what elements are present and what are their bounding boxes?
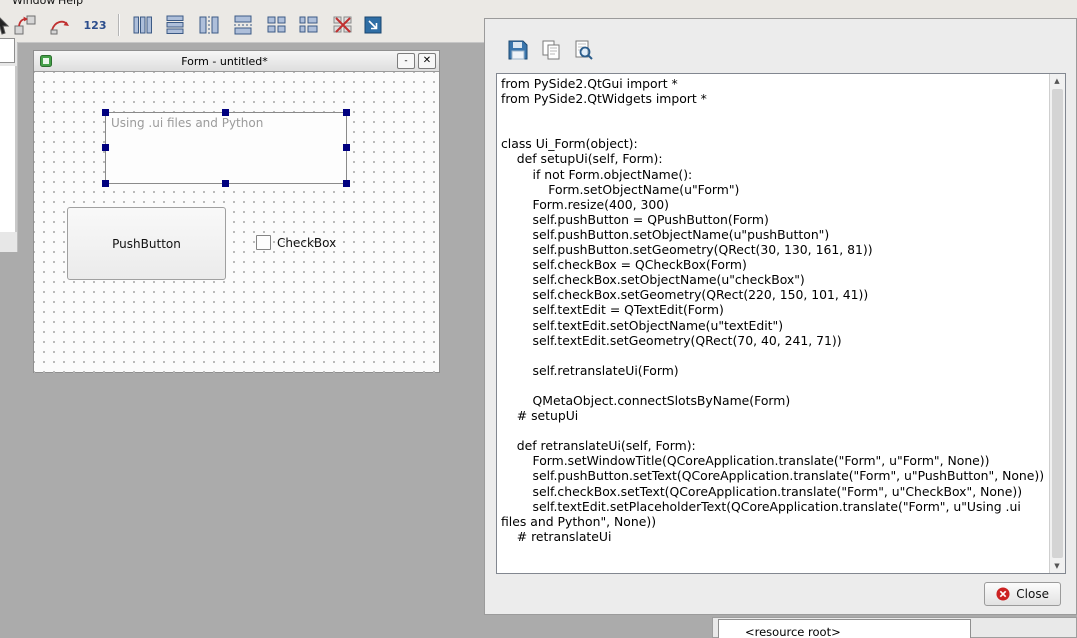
form-editor-window: Form - untitled* - ✕ Using .ui files and… [33, 50, 440, 373]
layout-horizontal-icon [132, 14, 154, 36]
form-window-icon [40, 55, 52, 67]
pushbutton-widget[interactable]: PushButton [67, 207, 226, 280]
layout-grid-icon [266, 14, 288, 36]
resource-browser-fragment: <resource root> [712, 617, 1077, 638]
widget-box-filter-fragment[interactable] [0, 38, 15, 63]
scroll-down-icon[interactable]: ▼ [1050, 559, 1064, 573]
splitter-horizontal-icon [198, 14, 220, 36]
qt-designer-screen: Window Help 123 [0, 0, 1077, 638]
layout-vertical-button[interactable] [162, 12, 188, 38]
form-canvas[interactable]: Using .ui files and Python PushButton Ch… [34, 72, 439, 373]
textedit-placeholder: Using .ui files and Python [106, 113, 346, 133]
code-viewer-dialog: from PySide2.QtGui import * from PySide2… [484, 18, 1077, 615]
toolbar-separator [118, 14, 120, 36]
selection-handle-bottom-right[interactable] [343, 180, 350, 187]
form-window-title: Form - untitled* [52, 55, 397, 68]
textedit-widget[interactable]: Using .ui files and Python [105, 112, 347, 184]
close-button[interactable]: Close [984, 582, 1061, 606]
form-window-titlebar[interactable]: Form - untitled* - ✕ [34, 51, 439, 72]
edit-tab-order-button[interactable]: 123 [82, 12, 108, 38]
splitter-vertical-icon [232, 14, 254, 36]
selection-handle-mid-left[interactable] [102, 144, 109, 151]
save-button[interactable] [505, 37, 531, 63]
code-view[interactable]: from PySide2.QtGui import * from PySide2… [496, 73, 1066, 574]
edit-signals-slots-button[interactable] [12, 12, 38, 38]
save-icon [507, 39, 529, 61]
break-layout-button[interactable] [330, 12, 356, 38]
widget-box-list-fragment [0, 66, 16, 232]
edit-buddies-button[interactable] [48, 12, 74, 38]
copy-icon [540, 39, 562, 61]
close-button-icon [996, 587, 1010, 601]
selection-handle-mid-right[interactable] [343, 144, 350, 151]
resource-tree[interactable]: <resource root> [718, 619, 971, 638]
resource-root-item[interactable]: <resource root> [719, 620, 970, 638]
edit-tab-order-icon: 123 [84, 19, 107, 32]
checkbox-label: CheckBox [277, 236, 336, 250]
code-vertical-scrollbar[interactable]: ▲ ▼ [1049, 74, 1065, 573]
menu-window[interactable]: Window [12, 0, 55, 7]
layout-horizontal-button[interactable] [130, 12, 156, 38]
edit-buddies-icon [49, 13, 73, 37]
layout-vertical-icon [164, 14, 186, 36]
break-layout-icon [332, 14, 354, 36]
selection-handle-top-left[interactable] [102, 109, 109, 116]
splitter-horizontal-button[interactable] [196, 12, 222, 38]
checkbox-widget[interactable]: CheckBox [256, 235, 336, 250]
code-text: from PySide2.QtGui import * from PySide2… [497, 74, 1065, 546]
edit-signals-slots-icon [13, 13, 37, 37]
layout-grid-button[interactable] [264, 12, 290, 38]
selection-handle-top-right[interactable] [343, 109, 350, 116]
selection-handle-top-mid[interactable] [222, 109, 229, 116]
scrollbar-thumb[interactable] [1052, 89, 1063, 558]
selection-handle-bottom-mid[interactable] [222, 180, 229, 187]
copy-button[interactable] [538, 37, 564, 63]
widget-box-scrollbar[interactable] [15, 66, 17, 232]
checkbox-indicator[interactable] [256, 235, 271, 250]
scroll-up-icon[interactable]: ▲ [1050, 74, 1064, 88]
selection-handle-bottom-left[interactable] [102, 180, 109, 187]
adjust-size-button[interactable] [360, 12, 386, 38]
layout-form-icon [298, 14, 320, 36]
menu-help[interactable]: Help [58, 0, 83, 7]
find-icon [572, 39, 594, 61]
adjust-size-icon [362, 14, 384, 36]
layout-form-button[interactable] [296, 12, 322, 38]
close-window-button[interactable]: ✕ [418, 53, 436, 69]
minimize-button[interactable]: - [397, 53, 415, 69]
splitter-vertical-button[interactable] [230, 12, 256, 38]
close-button-label: Close [1016, 587, 1049, 601]
find-button[interactable] [570, 37, 596, 63]
